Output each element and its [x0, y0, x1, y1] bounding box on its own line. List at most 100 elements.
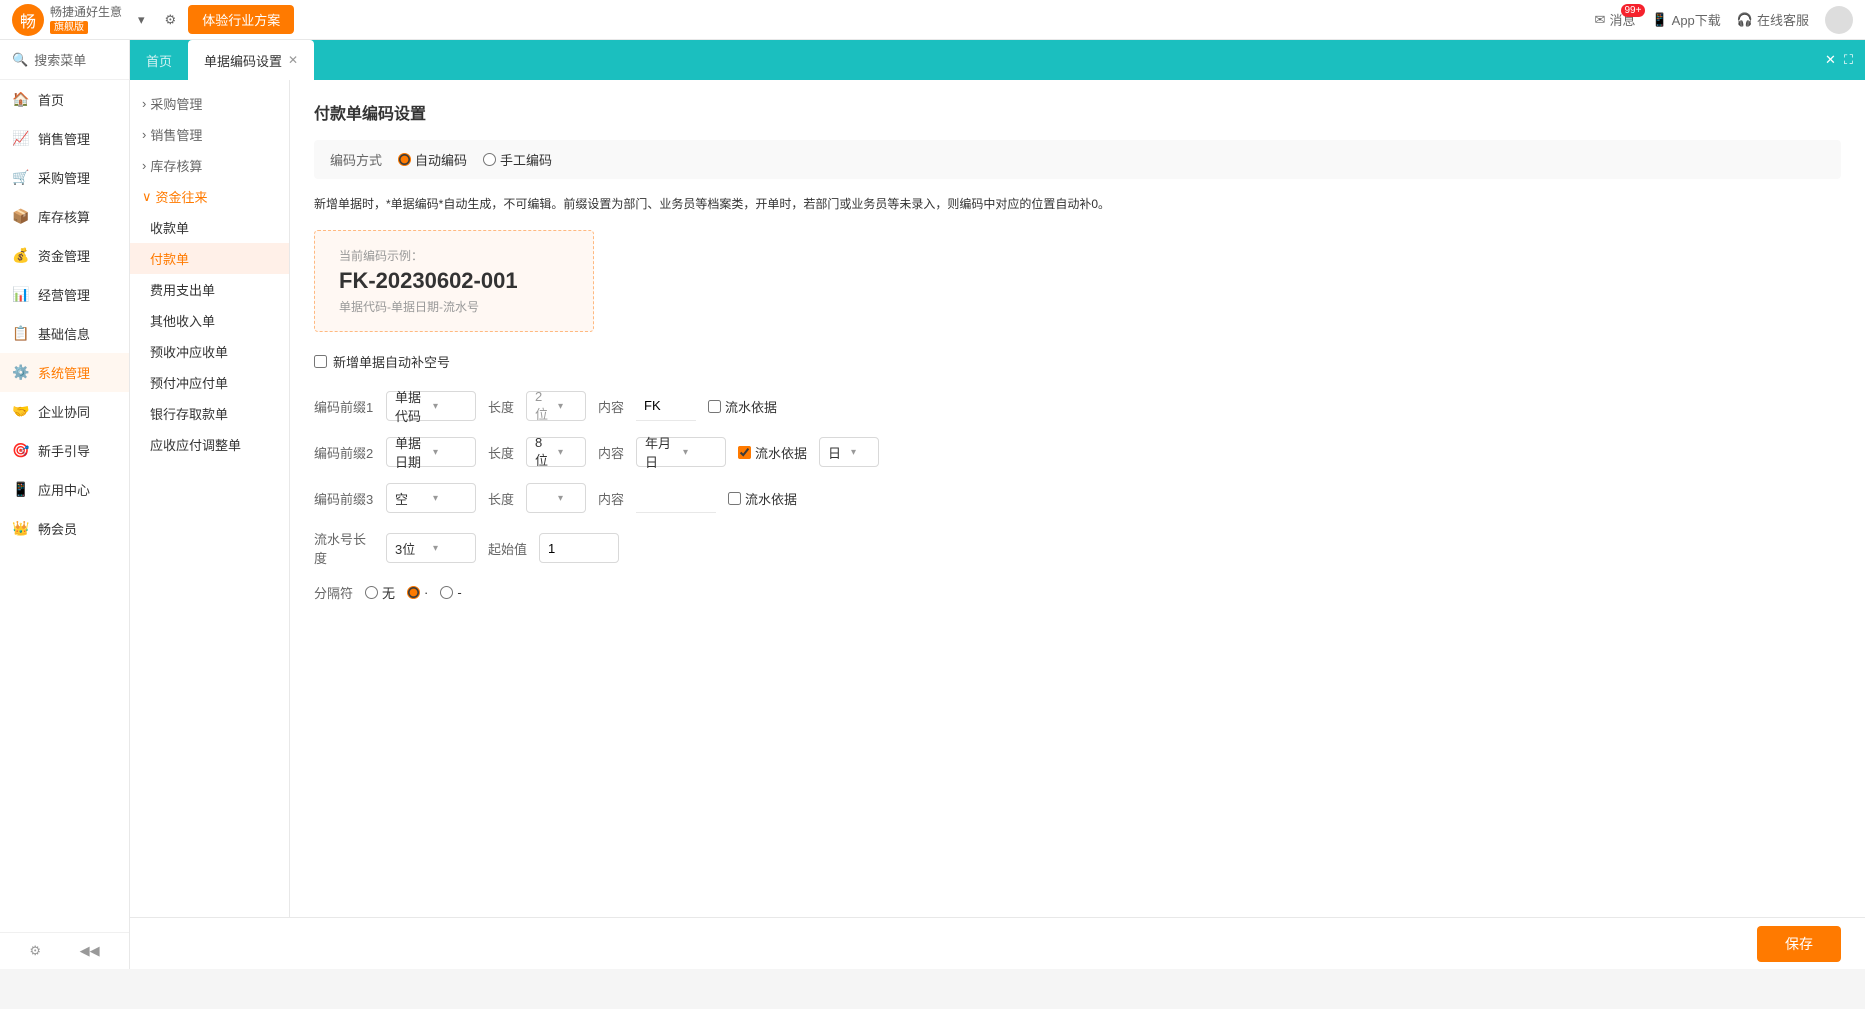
basic-icon: 📋 [12, 325, 30, 343]
sidebar: 🔍 搜索菜单 🏠 首页 📈 销售管理 🛒 采购管理 📦 库存核算 💰 资金管理 … [0, 40, 130, 969]
sidebar-item-inventory[interactable]: 📦 库存核算 [0, 197, 129, 236]
sidebar-item-enterprise[interactable]: 🤝 企业协同 [0, 392, 129, 431]
prefix2-length-select[interactable]: 8位 ▾ [526, 437, 586, 467]
chevron-right-icon3: › [142, 158, 146, 173]
content: › 采购管理 › 销售管理 › 库存核算 ∨ 资金往来 收款单 [130, 80, 1865, 917]
prefix1-length-arrow: ▾ [558, 401, 577, 412]
save-button[interactable]: 保存 [1757, 926, 1841, 962]
leftnav-group-capital[interactable]: ∨ 资金往来 [130, 181, 289, 212]
sidebar-item-operations[interactable]: 📊 经营管理 [0, 275, 129, 314]
top-bar: 畅 畅捷通好生意 旗舰版 ▾ ⚙ 体验行业方案 ✉ 消息 99+ 📱 App下载… [0, 0, 1865, 40]
member-icon: 👑 [12, 520, 30, 538]
leftnav-payment[interactable]: 付款单 [130, 243, 289, 274]
prefix1-flow-group: 流水依据 [708, 397, 777, 416]
sidebar-item-finance[interactable]: 💰 资金管理 [0, 236, 129, 275]
prefix3-row: 编码前缀3 空 ▾ 长度 ▾ 内容 流水依据 [314, 483, 1841, 513]
leftnav-group-purchase[interactable]: › 采购管理 [130, 88, 289, 119]
sidebar-item-home[interactable]: 🏠 首页 [0, 80, 129, 119]
prefix2-unit-select[interactable]: 日 ▾ [819, 437, 879, 467]
tab-bar: 首页 单据编码设置 ✕ ✕ ⛶ [130, 40, 1865, 80]
start-value-input[interactable] [539, 533, 619, 563]
app-icon: 📱 [1651, 12, 1667, 28]
prefix1-content-input[interactable] [636, 391, 696, 421]
prefix1-select[interactable]: 单据代码 ▾ [386, 391, 476, 421]
serial-length-select[interactable]: 3位 ▾ [386, 533, 476, 563]
prefix2-flow-checkbox[interactable] [738, 446, 751, 459]
tab-close-icon[interactable]: ✕ [288, 53, 298, 67]
layout: 🔍 搜索菜单 🏠 首页 📈 销售管理 🛒 采购管理 📦 库存核算 💰 资金管理 … [0, 40, 1865, 969]
serial-length-row: 流水号长度 3位 ▾ 起始值 [314, 529, 1841, 567]
avatar[interactable] [1825, 6, 1853, 34]
auto-code-radio[interactable]: 自动编码 [398, 150, 467, 169]
leftnav-ar-ap[interactable]: 应收应付调整单 [130, 429, 289, 460]
leftnav-bank-deposit[interactable]: 银行存取款单 [130, 398, 289, 429]
sep-dash-radio[interactable]: - [440, 585, 461, 600]
hint-text: 新增单据时，*单据编码*自动生成，不可编辑。前缀设置为部门、业务员等档案类，开单… [314, 195, 1841, 214]
app-download-button[interactable]: 📱 App下载 [1651, 10, 1720, 29]
sidebar-item-basic[interactable]: 📋 基础信息 [0, 314, 129, 353]
prefix2-content-select[interactable]: 年月日 ▾ [636, 437, 726, 467]
leftnav-prepay-payable[interactable]: 预付冲应付单 [130, 367, 289, 398]
auto-fill-row: 新增单据自动补空号 [314, 352, 1841, 371]
separator-row: 分隔符 无 · - [314, 583, 1841, 602]
tab-bar-actions: ✕ ⛶ [1825, 52, 1865, 68]
top-bar-left: 畅 畅捷通好生意 旗舰版 ▾ ⚙ 体验行业方案 [12, 4, 294, 36]
sidebar-item-appcenter[interactable]: 📱 应用中心 [0, 470, 129, 509]
prefix2-select[interactable]: 单据日期 ▾ [386, 437, 476, 467]
tab-close-all-icon[interactable]: ✕ [1825, 52, 1836, 68]
leftnav-other-income[interactable]: 其他收入单 [130, 305, 289, 336]
tab-coding[interactable]: 单据编码设置 ✕ [188, 40, 314, 80]
leftnav-group-sales[interactable]: › 销售管理 [130, 119, 289, 150]
sidebar-search[interactable]: 🔍 搜索菜单 [0, 40, 129, 80]
encoding-radio-group: 自动编码 手工编码 [398, 150, 552, 169]
manual-code-radio[interactable]: 手工编码 [483, 150, 552, 169]
sidebar-item-purchase[interactable]: 🛒 采购管理 [0, 158, 129, 197]
tab-home[interactable]: 首页 [130, 40, 188, 80]
nav-dropdown[interactable]: ▾ [130, 8, 153, 32]
prefix3-select[interactable]: 空 ▾ [386, 483, 476, 513]
collapse-icon[interactable]: ◀◀ [80, 943, 100, 959]
sidebar-item-newguide[interactable]: 🎯 新手引导 [0, 431, 129, 470]
prefix3-length-select[interactable]: ▾ [526, 483, 586, 513]
appcenter-icon: 📱 [12, 481, 30, 499]
online-service-button[interactable]: 🎧 在线客服 [1737, 10, 1809, 29]
sidebar-item-member[interactable]: 👑 畅会员 [0, 509, 129, 548]
serial-length-arrow: ▾ [433, 543, 467, 554]
trial-button[interactable]: 体验行业方案 [188, 5, 294, 34]
sep-none-radio[interactable]: 无 [365, 583, 395, 602]
message-button[interactable]: ✉ 消息 99+ [1595, 10, 1636, 29]
search-icon: 🔍 [12, 52, 28, 68]
sidebar-item-sales[interactable]: 📈 销售管理 [0, 119, 129, 158]
main: 首页 单据编码设置 ✕ ✕ ⛶ › 采购管理 › 销售管理 [130, 40, 1865, 969]
prefix3-arrow: ▾ [433, 493, 467, 504]
enterprise-icon: 🤝 [12, 403, 30, 421]
prefix3-content-input[interactable] [636, 483, 716, 513]
auto-fill-checkbox[interactable] [314, 355, 327, 368]
finance-icon: 💰 [12, 247, 30, 265]
encoding-method-row: 编码方式 自动编码 手工编码 [314, 140, 1841, 179]
leftnav-group-inventory[interactable]: › 库存核算 [130, 150, 289, 181]
logo-text: 畅捷通好生意 旗舰版 [50, 5, 122, 34]
leftnav-prepay-receivable[interactable]: 预收冲应收单 [130, 336, 289, 367]
tab-expand-icon[interactable]: ⛶ [1844, 52, 1853, 68]
left-nav: › 采购管理 › 销售管理 › 库存核算 ∨ 资金往来 收款单 [130, 80, 290, 917]
prefix2-arrow: ▾ [433, 447, 467, 458]
page-title: 付款单编码设置 [314, 100, 1841, 124]
purchase-icon: 🛒 [12, 169, 30, 187]
settings-icon[interactable]: ⚙ [161, 8, 181, 32]
leftnav-receipt[interactable]: 收款单 [130, 212, 289, 243]
leftnav-expense[interactable]: 费用支出单 [130, 274, 289, 305]
service-icon: 🎧 [1737, 12, 1753, 28]
prefix1-flow-checkbox[interactable] [708, 400, 721, 413]
prefix3-flow-checkbox[interactable] [728, 492, 741, 505]
top-bar-right: ✉ 消息 99+ 📱 App下载 🎧 在线客服 [1595, 6, 1853, 34]
sidebar-item-system[interactable]: ⚙️ 系统管理 [0, 353, 129, 392]
sep-dot-radio[interactable]: · [407, 585, 428, 600]
prefix1-arrow: ▾ [433, 401, 467, 412]
chevron-right-icon2: › [142, 127, 146, 142]
settings-bottom-icon[interactable]: ⚙ [29, 943, 41, 959]
prefix2-flow-group: 流水依据 [738, 443, 807, 462]
chevron-right-icon: › [142, 96, 146, 111]
prefix1-length-select[interactable]: 2位 ▾ [526, 391, 586, 421]
system-icon: ⚙️ [12, 364, 30, 382]
